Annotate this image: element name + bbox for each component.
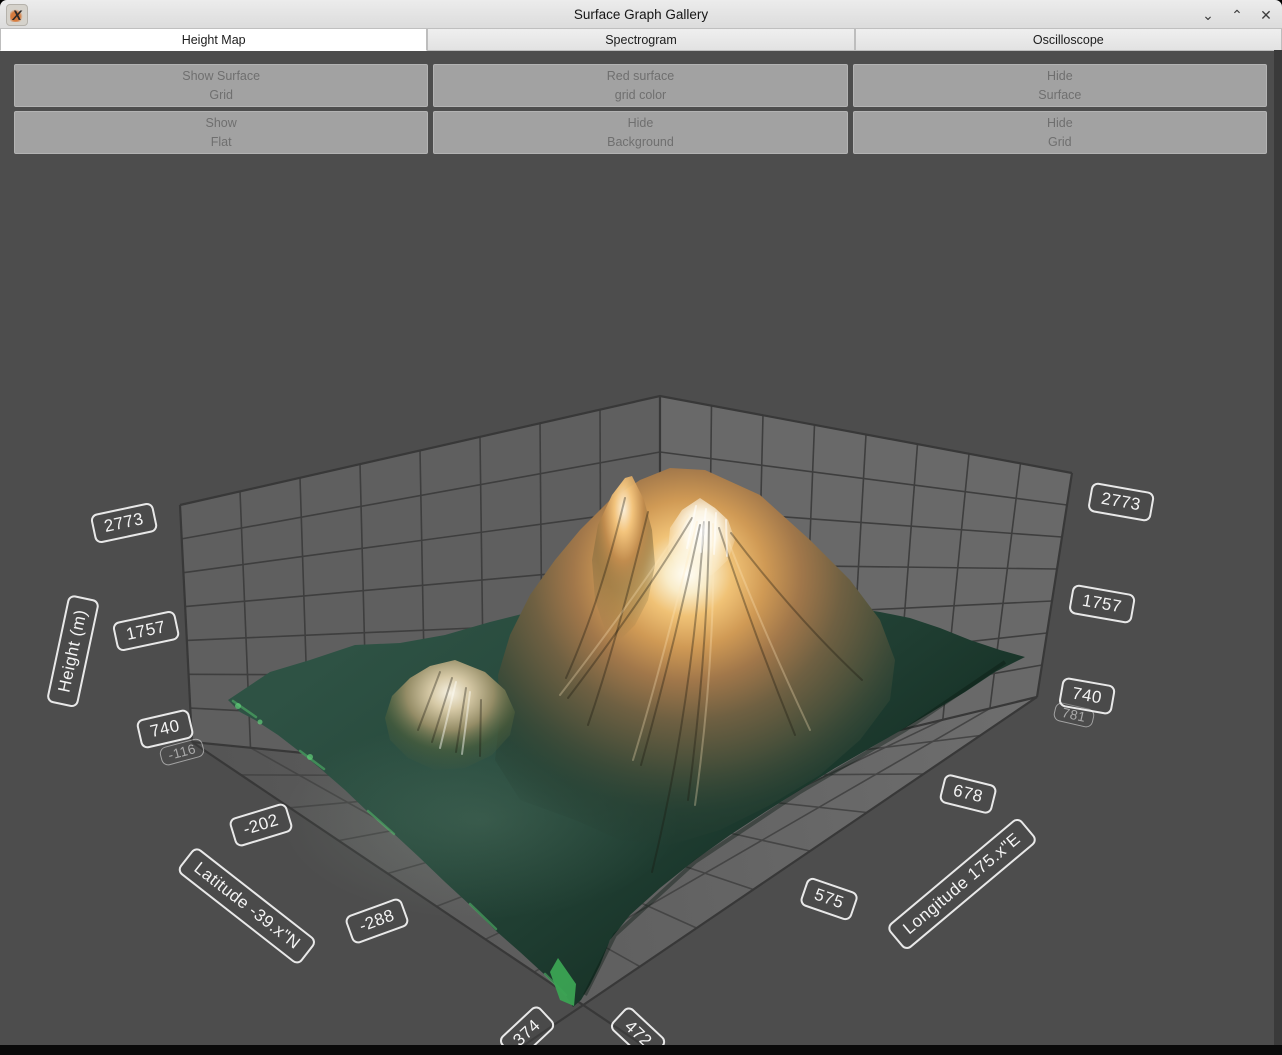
button-label: Background — [607, 133, 674, 151]
window-right-edge — [1274, 50, 1282, 1045]
toolbar: Show Surface Grid Red surface grid color… — [14, 64, 1267, 154]
show-surface-grid-button[interactable]: Show Surface Grid — [14, 64, 428, 107]
button-label: Red surface — [607, 67, 674, 85]
button-label: Show Surface — [182, 67, 260, 85]
button-label: Hide — [1047, 67, 1073, 85]
button-label: Hide — [628, 114, 654, 132]
hide-grid-button[interactable]: Hide Grid — [853, 111, 1267, 154]
app-window: X Surface Graph Gallery ⌄ ⌃ ✕ Height Map… — [0, 0, 1282, 1055]
surface-plot-area[interactable]: Height (m) 2773 1757 -116 740 2773 1757 … — [0, 0, 1282, 1055]
surface-plot-canvas — [0, 0, 1282, 1055]
button-label: Grid — [1048, 133, 1072, 151]
show-flat-button[interactable]: Show Flat — [14, 111, 428, 154]
surface-grid-color-button[interactable]: Red surface grid color — [433, 64, 847, 107]
button-label: Show — [206, 114, 237, 132]
button-label: Surface — [1038, 86, 1081, 104]
button-label: grid color — [615, 86, 666, 104]
screen-bottom-strip — [0, 1045, 1282, 1055]
button-label: Flat — [211, 133, 232, 151]
hide-background-button[interactable]: Hide Background — [433, 111, 847, 154]
hide-surface-button[interactable]: Hide Surface — [853, 64, 1267, 107]
button-label: Grid — [209, 86, 233, 104]
button-label: Hide — [1047, 114, 1073, 132]
